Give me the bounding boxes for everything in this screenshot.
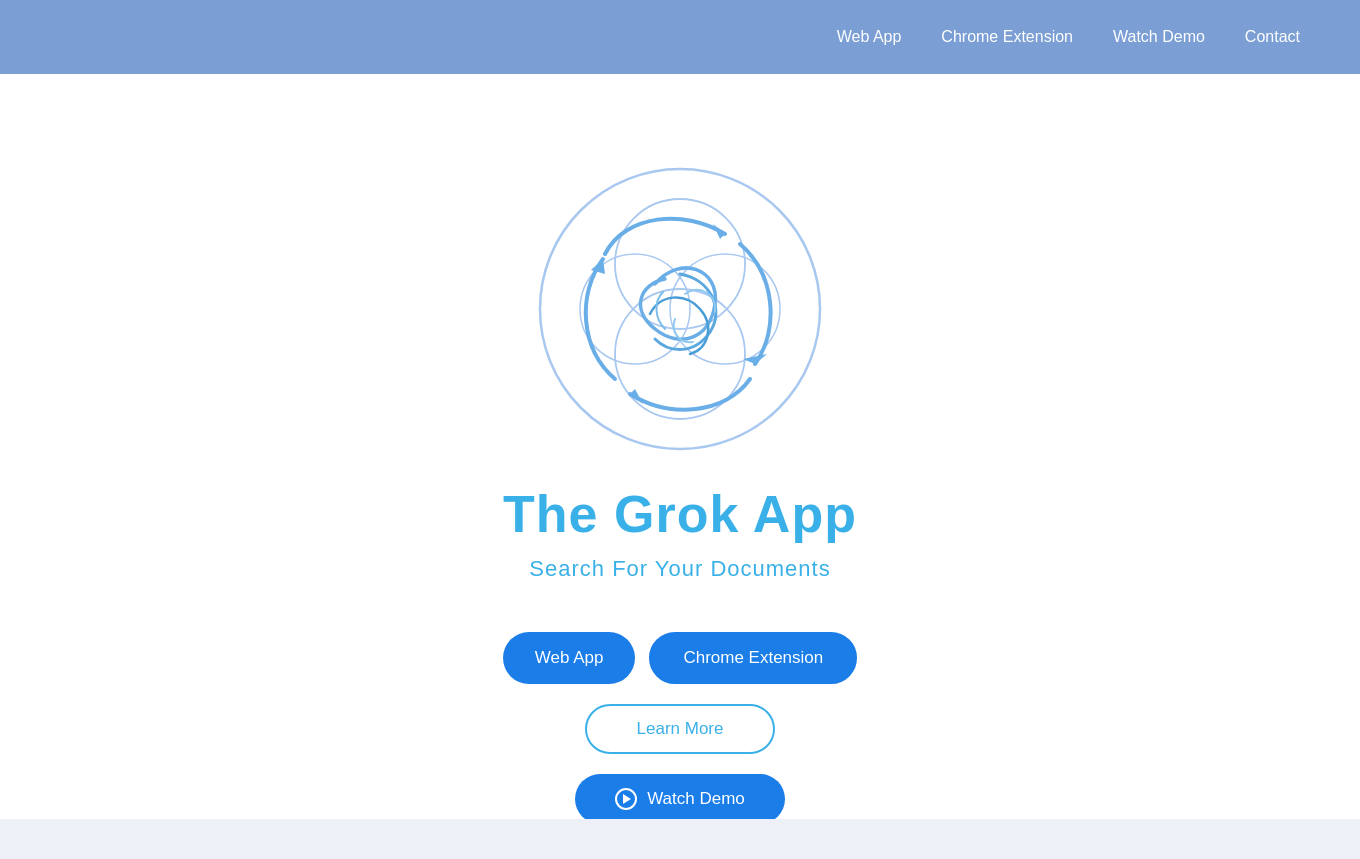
learn-more-button[interactable]: Learn More [585, 704, 776, 754]
app-title: The Grok App [503, 484, 857, 544]
app-subtitle: Search For Your Documents [529, 556, 830, 582]
main-content: The Grok App Search For Your Documents W… [0, 74, 1360, 859]
web-app-button[interactable]: Web App [503, 632, 636, 684]
nav-contact[interactable]: Contact [1245, 28, 1300, 46]
nav-web-app[interactable]: Web App [837, 28, 902, 46]
footer-strip [0, 819, 1360, 859]
app-logo [525, 154, 835, 464]
chrome-extension-button[interactable]: Chrome Extension [649, 632, 857, 684]
watch-demo-button[interactable]: Watch Demo [575, 774, 785, 824]
watch-demo-label: Watch Demo [647, 789, 745, 809]
nav-chrome-extension[interactable]: Chrome Extension [941, 28, 1073, 46]
primary-buttons: Web App Chrome Extension [503, 632, 858, 684]
nav-watch-demo[interactable]: Watch Demo [1113, 28, 1205, 46]
navigation: Web App Chrome Extension Watch Demo Cont… [0, 0, 1360, 74]
svg-point-0 [540, 169, 820, 449]
play-icon [615, 788, 637, 810]
